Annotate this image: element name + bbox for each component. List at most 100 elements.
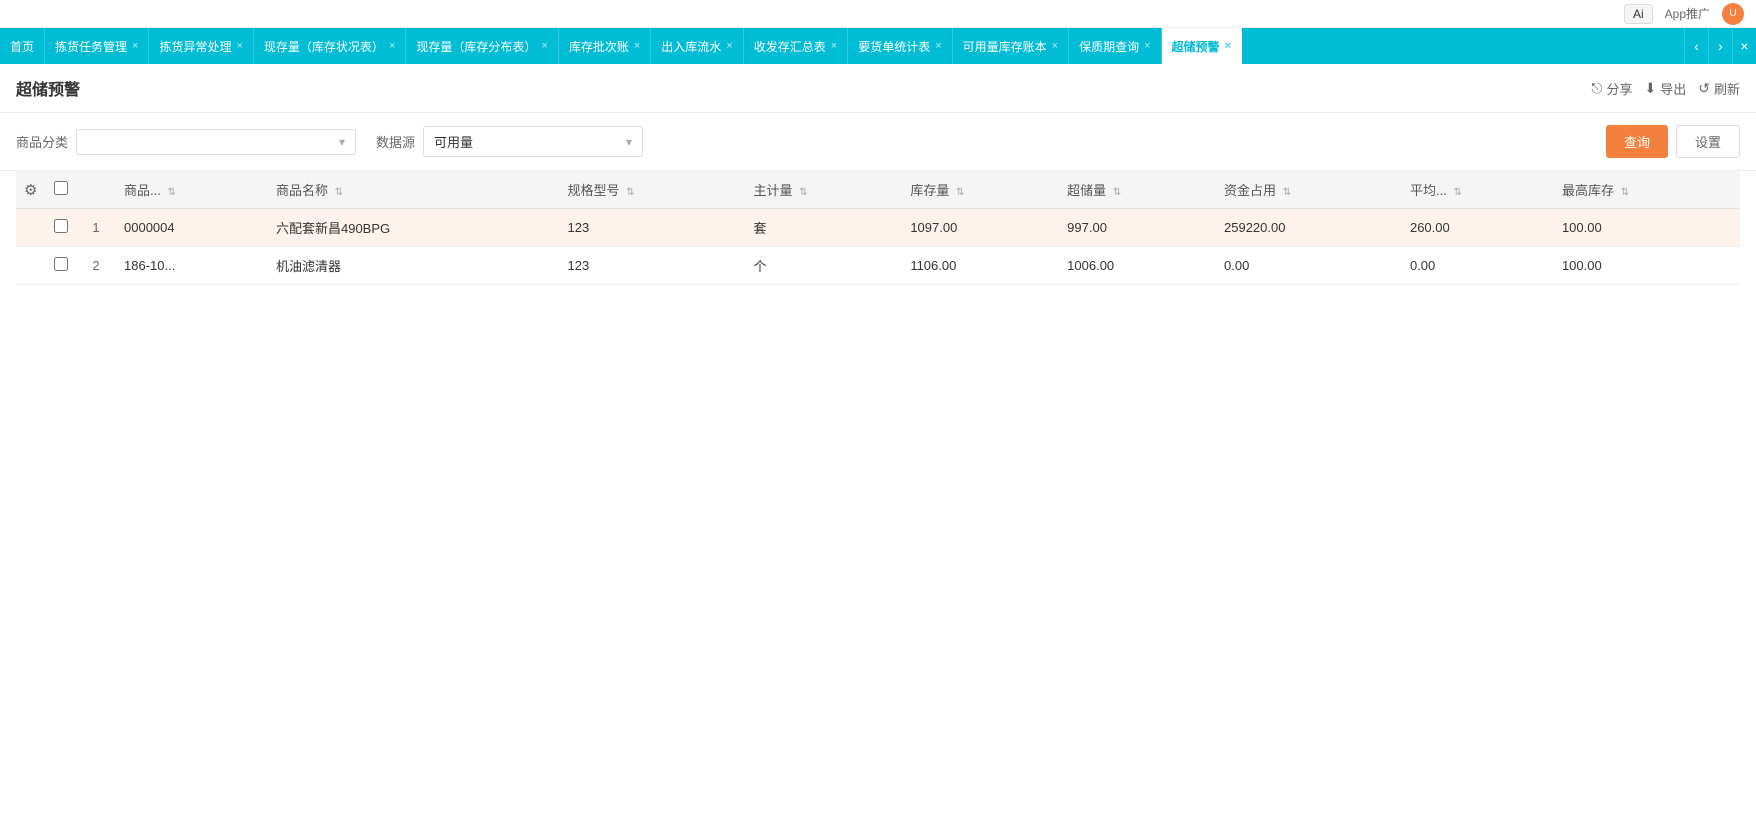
row-max-stock: 100.00 (1554, 247, 1740, 285)
nav-close-batch-account[interactable]: × (634, 40, 640, 52)
nav-close-inout-flow[interactable]: × (726, 40, 732, 52)
refresh-button[interactable]: ↺ 刷新 (1698, 79, 1740, 98)
header-actions: ⎋ 分享 ⬇ 导出 ↺ 刷新 (1591, 79, 1740, 98)
col-overstock[interactable]: 超储量 ⇅ (1059, 171, 1216, 209)
select-all-checkbox[interactable] (54, 181, 68, 195)
nav-item-home[interactable]: 首页 (0, 28, 45, 64)
nav-item-abnormal[interactable]: 拣货异常处理× (149, 28, 253, 64)
datasource-dropdown-icon: ▾ (626, 135, 632, 149)
table-body: 1 0000004 六配套新昌490BPG 123 套 1097.00 997.… (16, 209, 1740, 285)
col-spec[interactable]: 规格型号 ⇅ (560, 171, 746, 209)
nav-item-collect-summary[interactable]: 收发存汇总表× (744, 28, 848, 64)
nav-item-inventory-dist[interactable]: 现存量（库存分布表）× (406, 28, 558, 64)
row-avg: 260.00 (1402, 209, 1554, 247)
nav-next-button[interactable]: › (1708, 28, 1732, 64)
col-avg[interactable]: 平均... ⇅ (1402, 171, 1554, 209)
row-spec: 123 (560, 209, 746, 247)
nav-close-task-mgmt[interactable]: × (132, 40, 138, 52)
sort-icon-spec: ⇅ (626, 187, 634, 198)
app-promo-link[interactable]: App推广 (1665, 5, 1710, 22)
datasource-label: 数据源 (376, 132, 415, 151)
category-filter: 商品分类 ▾ (16, 129, 356, 155)
query-button[interactable]: 查询 (1606, 125, 1668, 158)
export-label: 导出 (1660, 79, 1686, 98)
row-settings-cell (16, 247, 46, 285)
col-product-name-label: 商品名称 (276, 183, 328, 198)
nav-bar: 首页拣货任务管理×拣货异常处理×现存量（库存状况表）×现存量（库存分布表）×库存… (0, 28, 1756, 64)
sort-icon-stock: ⇅ (956, 187, 964, 198)
top-bar: Ai App推广 U (0, 0, 1756, 28)
col-product-name[interactable]: 商品名称 ⇅ (268, 171, 560, 209)
nav-arrows: ‹ › × (1684, 28, 1756, 64)
avatar[interactable]: U (1722, 3, 1744, 25)
datasource-value: 可用量 (434, 132, 473, 151)
nav-item-available-account[interactable]: 可用量库存账本× (953, 28, 1069, 64)
row-checkbox-0[interactable] (54, 219, 68, 233)
nav-item-task-mgmt[interactable]: 拣货任务管理× (45, 28, 149, 64)
col-max-stock[interactable]: 最高库存 ⇅ (1554, 171, 1740, 209)
row-num-cell: 2 (76, 247, 116, 285)
nav-close-collect-summary[interactable]: × (831, 40, 837, 52)
col-overstock-label: 超储量 (1067, 183, 1106, 198)
sort-icon-unit: ⇅ (799, 187, 807, 198)
nav-close-inventory-dist[interactable]: × (541, 40, 547, 52)
filter-buttons: 查询 设置 (1606, 125, 1740, 158)
row-capital: 0.00 (1216, 247, 1402, 285)
page-title: 超储预警 (16, 76, 80, 100)
row-settings-cell (16, 209, 46, 247)
row-avg: 0.00 (1402, 247, 1554, 285)
nav-close-abnormal[interactable]: × (236, 40, 242, 52)
sort-icon-product-code: ⇅ (167, 187, 175, 198)
export-button[interactable]: ⬇ 导出 (1645, 79, 1687, 98)
row-overstock: 997.00 (1059, 209, 1216, 247)
sort-icon-max-stock: ⇅ (1621, 187, 1629, 198)
nav-item-quality-check[interactable]: 保质期查询× (1069, 28, 1161, 64)
nav-item-overstock-warning[interactable]: 超储预警× (1162, 28, 1242, 64)
share-button[interactable]: ⎋ 分享 (1591, 79, 1632, 98)
nav-item-batch-account[interactable]: 库存批次账× (559, 28, 651, 64)
export-icon: ⬇ (1645, 80, 1657, 97)
row-checkbox-cell[interactable] (46, 247, 76, 285)
col-product-code[interactable]: 商品... ⇅ (116, 171, 268, 209)
row-stock: 1106.00 (902, 247, 1059, 285)
col-unit-label: 主计量 (753, 183, 792, 198)
row-checkbox-cell[interactable] (46, 209, 76, 247)
share-icon: ⎋ (1591, 80, 1602, 97)
nav-close-inventory-status[interactable]: × (389, 40, 395, 52)
col-unit[interactable]: 主计量 ⇅ (745, 171, 902, 209)
category-select[interactable]: ▾ (76, 129, 356, 155)
table-row: 1 0000004 六配套新昌490BPG 123 套 1097.00 997.… (16, 209, 1740, 247)
sort-icon-overstock: ⇅ (1113, 187, 1121, 198)
settings-button[interactable]: 设置 (1676, 125, 1740, 158)
datasource-select[interactable]: 可用量 ▾ (423, 126, 643, 157)
nav-item-inout-flow[interactable]: 出入库流水× (651, 28, 743, 64)
col-stock[interactable]: 库存量 ⇅ (902, 171, 1059, 209)
row-spec: 123 (560, 247, 746, 285)
col-capital[interactable]: 资金占用 ⇅ (1216, 171, 1402, 209)
row-product-name: 六配套新昌490BPG (268, 209, 560, 247)
nav-item-inventory-status[interactable]: 现存量（库存状况表）× (254, 28, 406, 64)
nav-close-available-account[interactable]: × (1052, 40, 1058, 52)
ai-button[interactable]: Ai (1624, 4, 1653, 24)
row-unit: 套 (745, 209, 902, 247)
data-table: ⚙ 商品... ⇅ 商品名称 ⇅ 规格型号 (16, 171, 1740, 285)
row-unit: 个 (745, 247, 902, 285)
page-header: 超储预警 ⎋ 分享 ⬇ 导出 ↺ 刷新 (0, 64, 1756, 113)
nav-close-quality-check[interactable]: × (1144, 40, 1150, 52)
nav-prev-button[interactable]: ‹ (1684, 28, 1708, 64)
nav-item-order-stats[interactable]: 要货单统计表× (848, 28, 952, 64)
row-max-stock: 100.00 (1554, 209, 1740, 247)
col-capital-label: 资金占用 (1224, 183, 1276, 198)
column-settings-icon[interactable]: ⚙ (24, 182, 37, 199)
nav-close-overstock-warning[interactable]: × (1225, 40, 1231, 52)
table-header-row: ⚙ 商品... ⇅ 商品名称 ⇅ 规格型号 (16, 171, 1740, 209)
row-product-code: 186-10... (116, 247, 268, 285)
col-checkbox (46, 171, 76, 209)
col-max-stock-label: 最高库存 (1562, 183, 1614, 198)
nav-more-button[interactable]: × (1732, 28, 1756, 64)
row-checkbox-1[interactable] (54, 257, 68, 271)
sort-icon-product-name: ⇅ (335, 187, 343, 198)
nav-close-order-stats[interactable]: × (935, 40, 941, 52)
category-label: 商品分类 (16, 132, 68, 151)
row-product-name: 机油滤清器 (268, 247, 560, 285)
